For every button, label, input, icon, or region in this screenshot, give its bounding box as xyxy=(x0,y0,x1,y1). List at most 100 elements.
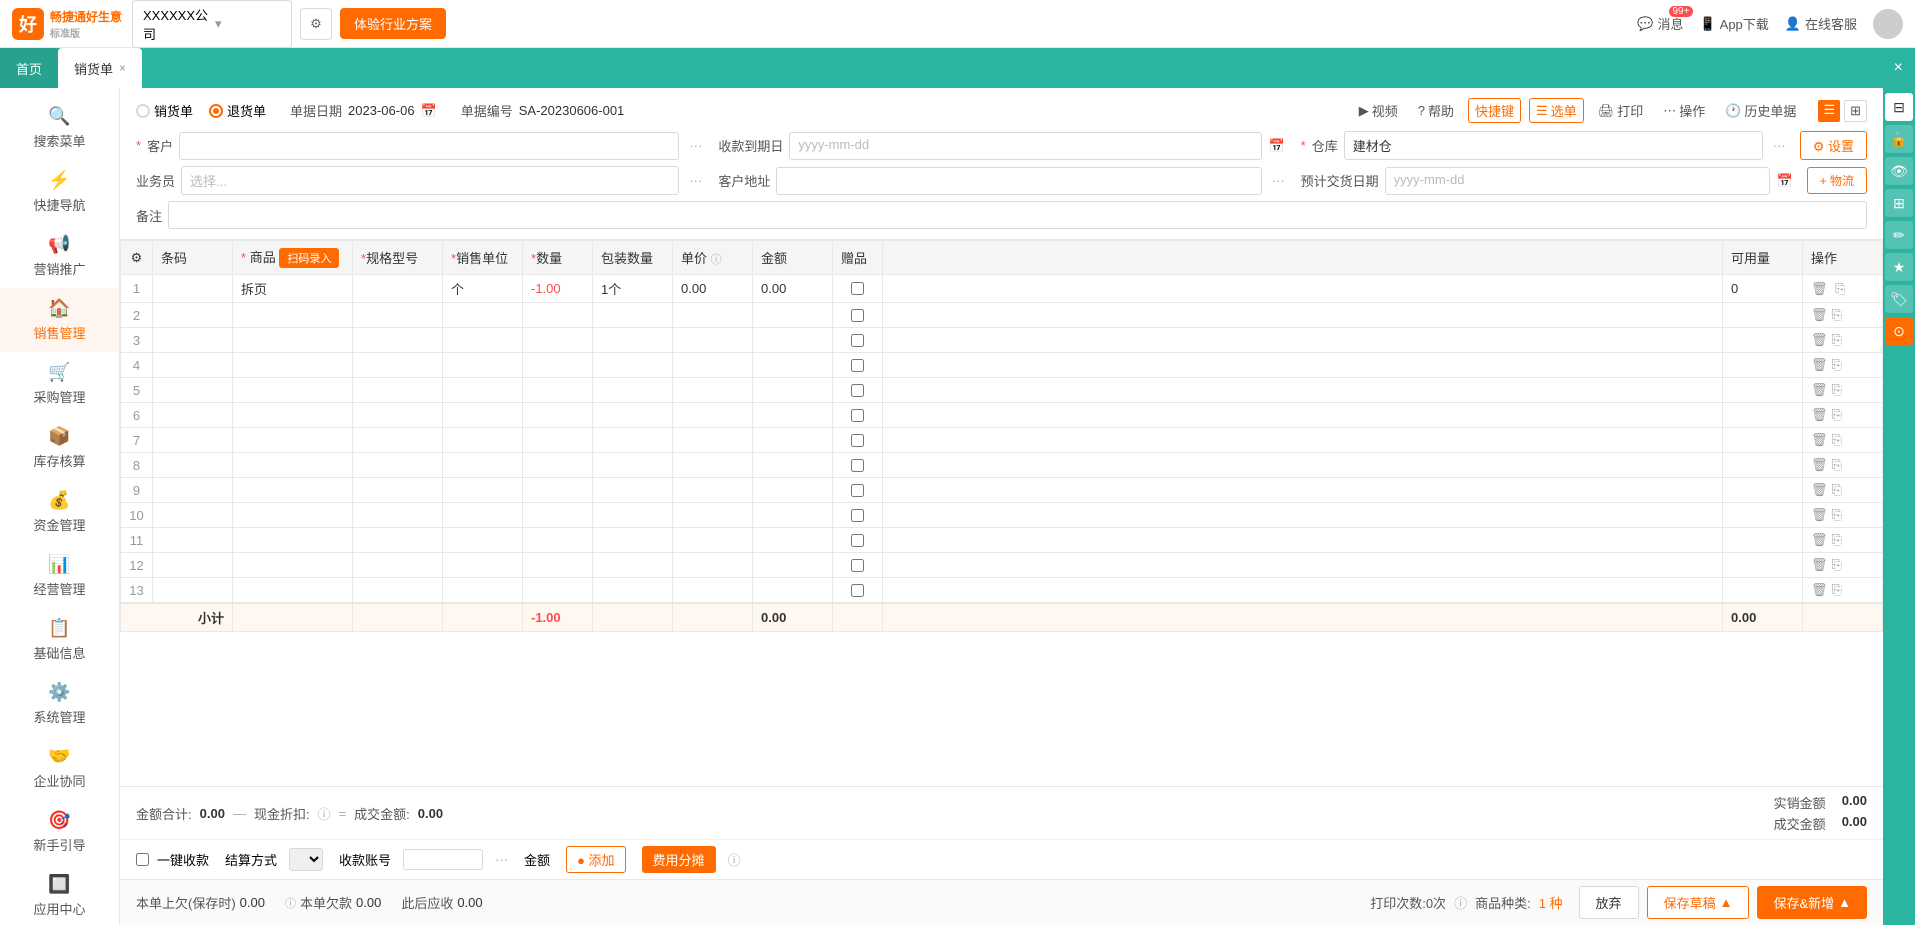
r11-del[interactable]: 🗑 xyxy=(1811,532,1828,547)
row-1-spec[interactable] xyxy=(353,275,443,303)
r2-price[interactable] xyxy=(673,303,753,328)
r6-copy[interactable]: ⎘ xyxy=(1832,407,1842,422)
rp-expand-icon[interactable]: ⊟ xyxy=(1885,93,1913,121)
price-help-icon[interactable]: ⓘ xyxy=(711,254,722,266)
r2-unit[interactable] xyxy=(443,303,523,328)
row-1-barcode[interactable] xyxy=(153,275,233,303)
r7-copy[interactable]: ⎘ xyxy=(1832,432,1842,447)
r10-copy[interactable]: ⎘ xyxy=(1832,507,1842,522)
sidebar-item-purchase[interactable]: 🛒 采购管理 xyxy=(0,352,119,416)
r2-amount[interactable] xyxy=(753,303,833,328)
help-btn[interactable]: ? 帮助 xyxy=(1412,99,1460,122)
sidebar-item-inventory[interactable]: 📦 库存核算 xyxy=(0,416,119,480)
r6-gift[interactable] xyxy=(851,409,864,422)
addr-more-icon[interactable]: ··· xyxy=(1272,173,1285,188)
r11-gift[interactable] xyxy=(851,534,864,547)
warehouse-input[interactable]: 建材仓 xyxy=(1344,131,1763,160)
r4-copy[interactable]: ⎘ xyxy=(1832,357,1842,372)
gear-col-icon[interactable]: ⚙ xyxy=(131,250,143,265)
sidebar-item-finance[interactable]: 💰 资金管理 xyxy=(0,480,119,544)
sidebar-item-sales[interactable]: 🏠 销售管理 xyxy=(0,288,119,352)
history-btn[interactable]: 🕐 历史单据 xyxy=(1719,99,1802,122)
row-1-unit[interactable]: 个 xyxy=(443,275,523,303)
r5-copy[interactable]: ⎘ xyxy=(1832,382,1842,397)
row-1-gift-checkbox[interactable] xyxy=(851,282,864,295)
r7-gift[interactable] xyxy=(851,434,864,447)
r12-gift[interactable] xyxy=(851,559,864,572)
r4-gift[interactable] xyxy=(851,359,864,372)
sidebar-item-basic-info[interactable]: 📋 基础信息 xyxy=(0,608,119,672)
sales-order-radio[interactable]: 销货单 xyxy=(136,101,193,120)
r12-copy[interactable]: ⎘ xyxy=(1832,557,1842,572)
expected-date-input[interactable]: yyyy-mm-dd xyxy=(1385,167,1771,195)
r7-del[interactable]: 🗑 xyxy=(1811,432,1828,447)
sidebar-item-quick-nav[interactable]: ⚡ 快捷导航 xyxy=(0,160,119,224)
r12-del[interactable]: 🗑 xyxy=(1811,557,1828,572)
date-calendar-icon[interactable]: 📅 xyxy=(421,103,437,119)
r2-barcode[interactable] xyxy=(153,303,233,328)
shortcut-btn[interactable]: 快捷键 xyxy=(1468,98,1521,123)
sidebar-item-enterprise[interactable]: 🤝 企业协同 xyxy=(0,736,119,800)
r3-copy[interactable]: ⎘ xyxy=(1832,332,1842,347)
video-btn[interactable]: ▶ 视频 xyxy=(1353,99,1404,122)
print-btn[interactable]: 🖨 打印 xyxy=(1592,99,1650,122)
account-input[interactable] xyxy=(403,849,483,870)
list-view-icon[interactable]: ☰ xyxy=(1818,100,1840,122)
row-1-amount[interactable]: 0.00 xyxy=(753,275,833,303)
r2-spec[interactable] xyxy=(353,303,443,328)
salesperson-input[interactable]: 选择... xyxy=(181,166,679,195)
customer-input[interactable] xyxy=(179,132,679,160)
rp-tag-icon[interactable]: 🏷 xyxy=(1885,285,1913,313)
online-service-button[interactable]: 👤 在线客服 xyxy=(1785,14,1857,33)
sidebar-item-guide[interactable]: 🎯 新手引导 xyxy=(0,800,119,864)
sidebar-item-system[interactable]: ⚙️ 系统管理 xyxy=(0,672,119,736)
discount-help-icon[interactable]: ⓘ xyxy=(318,804,331,823)
add-btn[interactable]: ● 添加 xyxy=(566,846,625,873)
r2-qty[interactable] xyxy=(523,303,593,328)
row-1-product[interactable]: 拆页 xyxy=(233,275,353,303)
r9-del[interactable]: 🗑 xyxy=(1811,482,1828,497)
scan-button[interactable]: 扫码录入 xyxy=(279,248,339,268)
row-1-price[interactable]: 0.00 xyxy=(673,275,753,303)
warehouse-more-icon[interactable]: ··· xyxy=(1773,138,1786,153)
settings-icon[interactable]: ⚙ xyxy=(300,8,332,40)
sidebar-item-search[interactable]: 🔍 搜索菜单 xyxy=(0,96,119,160)
r13-copy[interactable]: ⎘ xyxy=(1832,582,1842,597)
tab-sales-order[interactable]: 销货单 × xyxy=(58,48,142,88)
r10-gift[interactable] xyxy=(851,509,864,522)
return-order-radio[interactable]: 退货单 xyxy=(209,101,266,120)
remark-input[interactable] xyxy=(168,201,1867,229)
rp-lock-icon[interactable]: 🔒 xyxy=(1885,125,1913,153)
abandon-button[interactable]: 放弃 xyxy=(1579,886,1639,919)
app-download-button[interactable]: 📱 App下载 xyxy=(1699,14,1768,33)
r2-delete[interactable]: 🗑 xyxy=(1811,307,1828,322)
r2-pkgqty[interactable] xyxy=(593,303,673,328)
r5-del[interactable]: 🗑 xyxy=(1811,382,1828,397)
r3-del[interactable]: 🗑 xyxy=(1811,332,1828,347)
rp-grid-icon[interactable]: ⊞ xyxy=(1885,189,1913,217)
rp-eye-icon[interactable]: 👁 xyxy=(1885,157,1913,185)
r11-copy[interactable]: ⎘ xyxy=(1832,532,1842,547)
grid-view-icon[interactable]: ⊞ xyxy=(1844,100,1867,122)
rp-orange-icon[interactable]: ⊙ xyxy=(1885,317,1913,345)
expense-help-icon[interactable]: ⓘ xyxy=(728,850,741,869)
save-draft-button[interactable]: 保存草稿 ▲ xyxy=(1647,886,1750,919)
product-types-icon[interactable]: ⓘ xyxy=(1454,893,1467,912)
r8-copy[interactable]: ⎘ xyxy=(1832,457,1842,472)
settlement-select[interactable] xyxy=(289,848,323,871)
row-1-pkgqty[interactable]: 1个 xyxy=(593,275,673,303)
r5-gift[interactable] xyxy=(851,384,864,397)
r2-gift-checkbox[interactable] xyxy=(851,309,864,322)
collect-calendar-icon[interactable]: 📅 xyxy=(1268,138,1284,154)
row-1-gift[interactable] xyxy=(833,275,883,303)
r8-gift[interactable] xyxy=(851,459,864,472)
rp-edit-icon[interactable]: ✏ xyxy=(1885,221,1913,249)
r3-gift[interactable] xyxy=(851,334,864,347)
customer-more-icon[interactable]: ··· xyxy=(689,138,702,153)
r9-copy[interactable]: ⎘ xyxy=(1832,482,1842,497)
r10-del[interactable]: 🗑 xyxy=(1811,507,1828,522)
save-new-button[interactable]: 保存&新增 ▲ xyxy=(1757,886,1867,919)
quick-pay-checkbox[interactable] xyxy=(136,853,149,866)
row-1-delete-icon[interactable]: 🗑 xyxy=(1811,281,1828,296)
r4-del[interactable]: 🗑 xyxy=(1811,357,1828,372)
